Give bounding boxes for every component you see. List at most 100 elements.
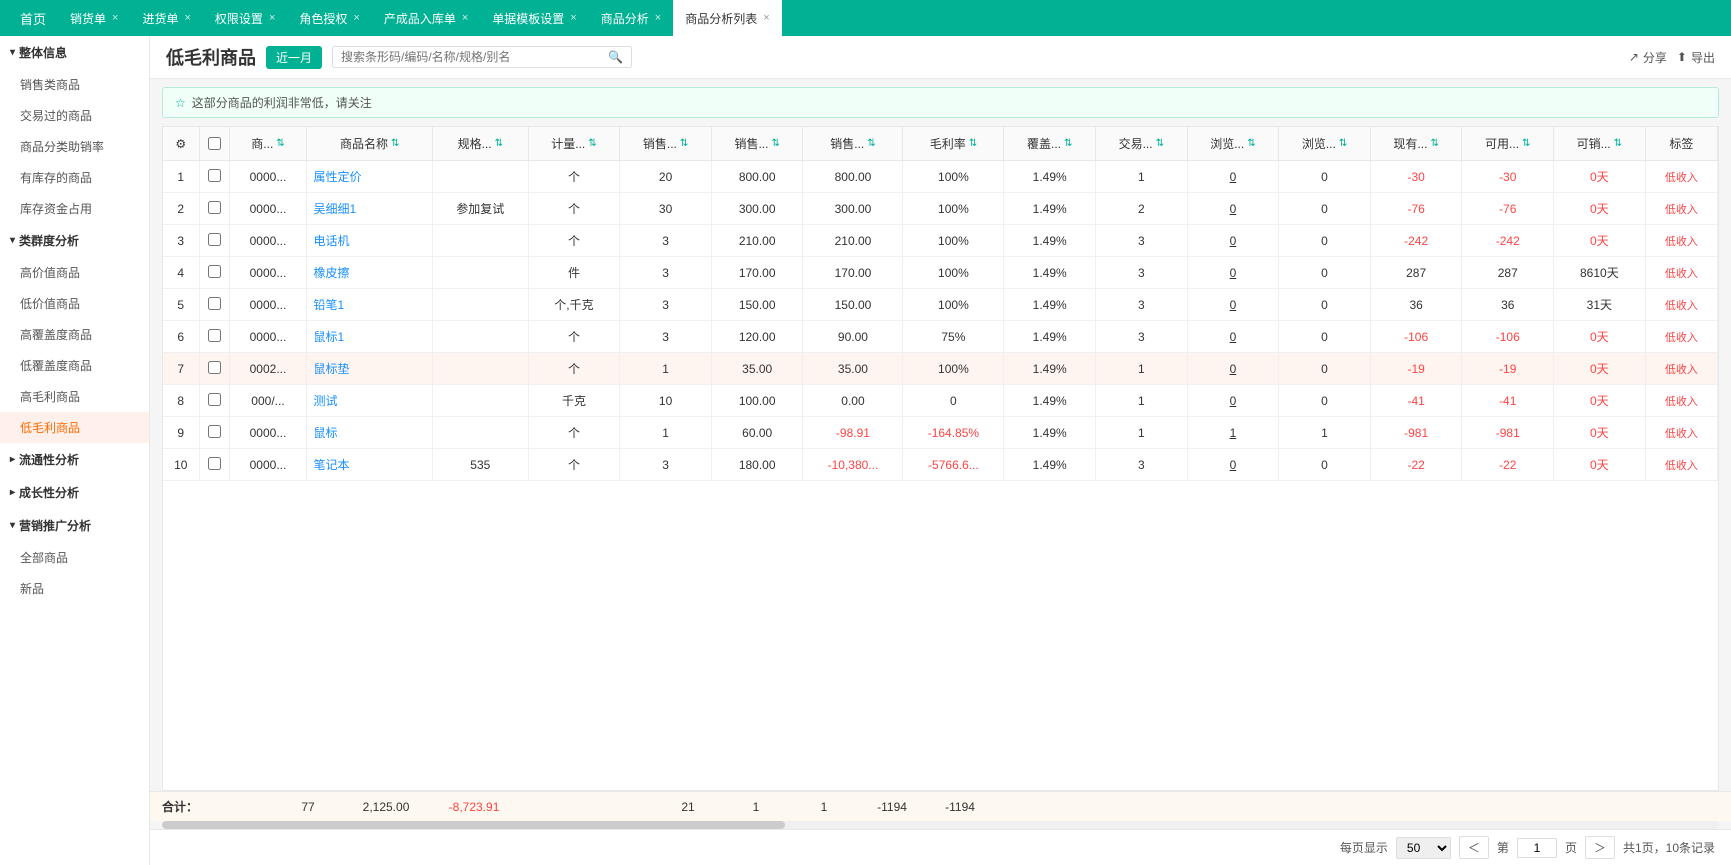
sidebar-item-low-coverage[interactable]: 低覆盖度商品 [0, 350, 149, 381]
cell-name[interactable]: 鼠标1 [307, 321, 432, 353]
share-button[interactable]: ↗ 分享 [1629, 49, 1667, 66]
sidebar-item-in-stock-goods[interactable]: 有库存的商品 [0, 162, 149, 193]
cell-checkbox[interactable] [199, 385, 229, 417]
col-spec-header[interactable]: 规格...⇅ [432, 127, 528, 161]
browse1-link[interactable]: 0 [1230, 202, 1237, 216]
sidebar-item-category-rate[interactable]: 商品分类助销率 [0, 131, 149, 162]
cell-browse1[interactable]: 0 [1187, 289, 1279, 321]
row-checkbox[interactable] [208, 201, 221, 214]
nav-product-inbound[interactable]: 产成品入库单 × [372, 0, 480, 36]
row-checkbox[interactable] [208, 169, 221, 182]
col-trade-header[interactable]: 交易...⇅ [1096, 127, 1188, 161]
row-checkbox[interactable] [208, 457, 221, 470]
cell-browse1[interactable]: 1 [1187, 417, 1279, 449]
row-checkbox[interactable] [208, 265, 221, 278]
row-checkbox[interactable] [208, 233, 221, 246]
nav-role-auth[interactable]: 角色授权 × [287, 0, 371, 36]
cell-checkbox[interactable] [199, 321, 229, 353]
cell-name[interactable]: 鼠标垫 [307, 353, 432, 385]
sidebar-item-new-goods[interactable]: 新品 [0, 573, 149, 604]
browse1-link[interactable]: 0 [1230, 362, 1237, 376]
close-purchase-order-icon[interactable]: × [184, 12, 190, 24]
cell-browse1[interactable]: 0 [1187, 449, 1279, 481]
prev-page-button[interactable]: ＜ [1459, 836, 1489, 859]
sidebar-section-growth[interactable]: ▸ 成长性分析 [0, 476, 149, 509]
sidebar-section-marketing[interactable]: ▾ 营销推广分析 [0, 509, 149, 542]
per-page-select[interactable]: 50 100 200 [1396, 837, 1451, 859]
col-name-header[interactable]: 商品名称⇅ [307, 127, 432, 161]
row-checkbox[interactable] [208, 361, 221, 374]
select-all-checkbox[interactable] [208, 137, 221, 150]
browse1-link[interactable]: 0 [1230, 458, 1237, 472]
browse1-link[interactable]: 0 [1230, 266, 1237, 280]
browse1-link[interactable]: 0 [1230, 234, 1237, 248]
row-checkbox[interactable] [208, 329, 221, 342]
cell-name[interactable]: 属性定价 [307, 161, 432, 193]
nav-goods-analysis[interactable]: 商品分析 × [589, 0, 673, 36]
sidebar-item-stock-capital[interactable]: 库存资金占用 [0, 193, 149, 224]
next-page-button[interactable]: ＞ [1585, 836, 1615, 859]
cell-browse1[interactable]: 0 [1187, 257, 1279, 289]
browse1-link[interactable]: 0 [1230, 298, 1237, 312]
close-role-auth-icon[interactable]: × [353, 12, 359, 24]
horizontal-scrollbar[interactable] [162, 821, 1719, 829]
nav-sales-order[interactable]: 销货单 × [58, 0, 130, 36]
cell-checkbox[interactable] [199, 353, 229, 385]
col-coverage-header[interactable]: 覆盖...⇅ [1004, 127, 1096, 161]
sidebar-item-high-value[interactable]: 高价值商品 [0, 257, 149, 288]
cell-name[interactable]: 电话机 [307, 225, 432, 257]
col-browse1-header[interactable]: 浏览...⇅ [1187, 127, 1279, 161]
cell-checkbox[interactable] [199, 225, 229, 257]
cell-browse1[interactable]: 0 [1187, 225, 1279, 257]
nav-purchase-order[interactable]: 进货单 × [130, 0, 202, 36]
filter-recent-month-button[interactable]: 近一月 [266, 46, 322, 69]
cell-browse1[interactable]: 0 [1187, 321, 1279, 353]
col-available-header[interactable]: 可用...⇅ [1462, 127, 1554, 161]
nav-template-settings[interactable]: 单据模板设置 × [480, 0, 588, 36]
col-checkbox[interactable] [199, 127, 229, 161]
cell-browse1[interactable]: 0 [1187, 385, 1279, 417]
col-gross-margin-header[interactable]: 毛利率⇅ [903, 127, 1004, 161]
sidebar-item-high-coverage[interactable]: 高覆盖度商品 [0, 319, 149, 350]
col-code-header[interactable]: 商...⇅ [229, 127, 307, 161]
cell-checkbox[interactable] [199, 257, 229, 289]
close-product-inbound-icon[interactable]: × [462, 12, 468, 24]
search-box[interactable]: 🔍 [332, 46, 632, 68]
cell-name[interactable]: 吴细细1 [307, 193, 432, 225]
cell-checkbox[interactable] [199, 449, 229, 481]
col-sales-profit-header[interactable]: 销售...⇅ [803, 127, 903, 161]
sidebar-item-sales-goods[interactable]: 销售类商品 [0, 69, 149, 100]
browse1-link[interactable]: 0 [1230, 170, 1237, 184]
search-input[interactable] [341, 50, 608, 64]
col-current-stock-header[interactable]: 现有...⇅ [1370, 127, 1462, 161]
nav-home[interactable]: 首页 [8, 0, 58, 36]
close-permission-icon[interactable]: × [269, 12, 275, 24]
col-sales-qty-header[interactable]: 销售...⇅ [620, 127, 712, 161]
nav-goods-analysis-list[interactable]: 商品分析列表 × [673, 0, 781, 36]
sidebar-item-all-goods[interactable]: 全部商品 [0, 542, 149, 573]
sidebar-item-low-value[interactable]: 低价值商品 [0, 288, 149, 319]
col-browse2-header[interactable]: 浏览...⇅ [1279, 127, 1371, 161]
sidebar-section-overall[interactable]: ▾ 整体信息 [0, 36, 149, 69]
cell-checkbox[interactable] [199, 161, 229, 193]
col-sellable-header[interactable]: 可销...⇅ [1554, 127, 1646, 161]
cell-browse1[interactable]: 0 [1187, 161, 1279, 193]
sidebar-section-cluster[interactable]: ▾ 类群度分析 [0, 224, 149, 257]
col-settings[interactable]: ⚙ [163, 127, 199, 161]
scrollbar-thumb[interactable] [162, 821, 785, 829]
col-tag-header[interactable]: 标签 [1645, 127, 1717, 161]
cell-browse1[interactable]: 0 [1187, 353, 1279, 385]
col-unit-header[interactable]: 计量...⇅ [528, 127, 620, 161]
close-goods-analysis-icon[interactable]: × [655, 12, 661, 24]
sidebar-item-traded-goods[interactable]: 交易过的商品 [0, 100, 149, 131]
cell-name[interactable]: 橡皮擦 [307, 257, 432, 289]
sidebar-item-low-margin[interactable]: 低毛利商品 [0, 412, 149, 443]
nav-permission-settings[interactable]: 权限设置 × [203, 0, 287, 36]
export-button[interactable]: ⬆ 导出 [1677, 49, 1715, 66]
cell-browse1[interactable]: 0 [1187, 193, 1279, 225]
col-sales-amount-header[interactable]: 销售...⇅ [711, 127, 803, 161]
row-checkbox[interactable] [208, 425, 221, 438]
current-page-input[interactable] [1517, 838, 1557, 858]
cell-name[interactable]: 鼠标 [307, 417, 432, 449]
sidebar-section-circulation[interactable]: ▸ 流通性分析 [0, 443, 149, 476]
